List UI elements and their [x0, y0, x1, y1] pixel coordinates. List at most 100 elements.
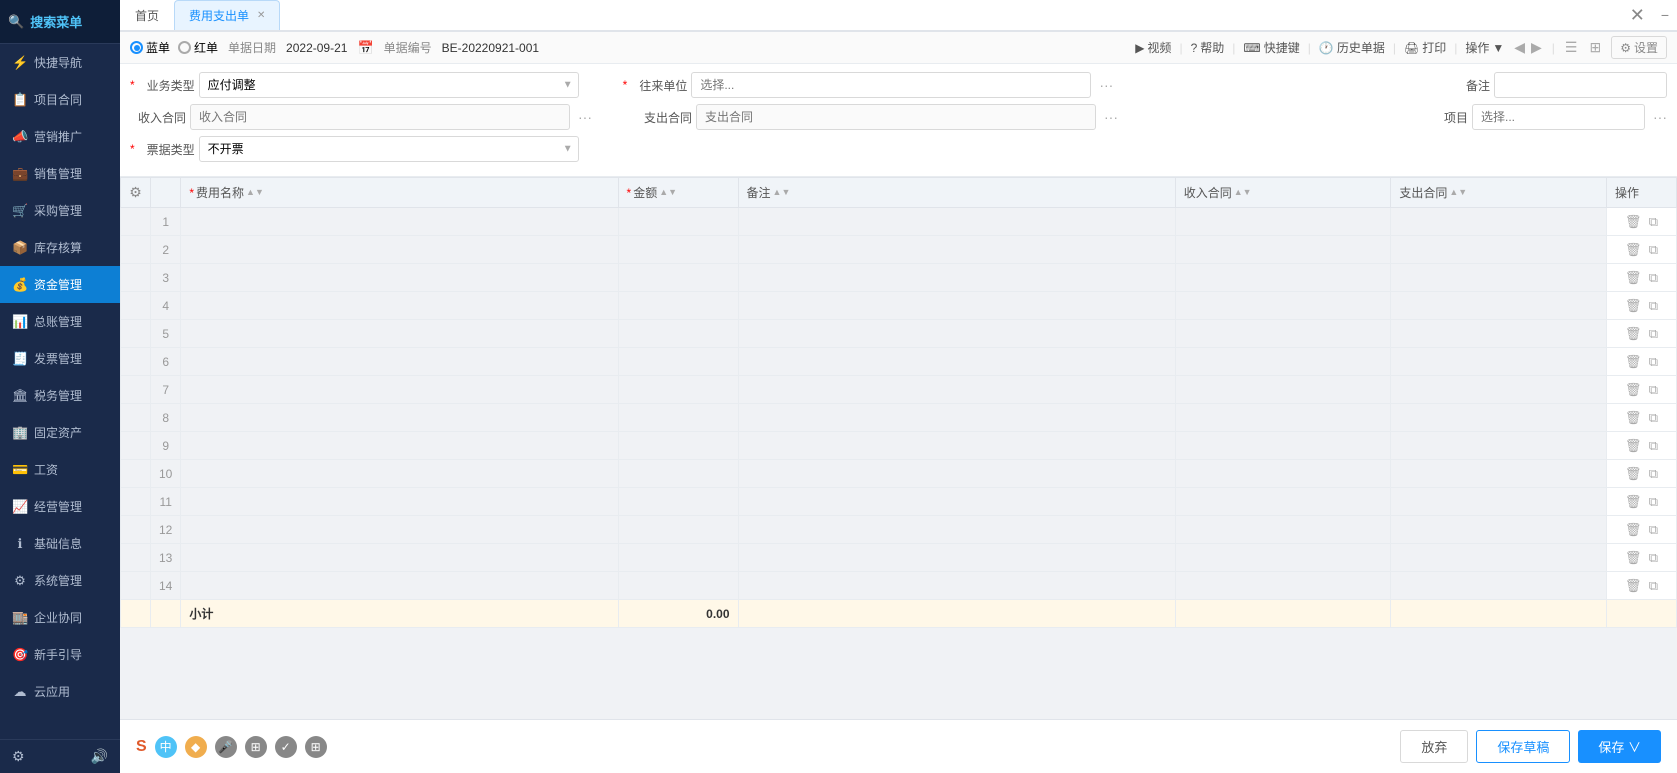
delete-row-icon[interactable]: 🗑 [1625, 326, 1642, 341]
sidebar-item-tax[interactable]: 🏛税务管理 [0, 377, 120, 414]
amount-input[interactable] [627, 495, 730, 509]
row-remark-input[interactable] [747, 495, 1167, 509]
copy-row-icon[interactable]: ⧉ [1649, 326, 1658, 341]
view-grid-btn[interactable]: ⊞ [1587, 39, 1603, 56]
row-expense-contract-cell[interactable] [1391, 544, 1607, 572]
expense-name-input[interactable] [189, 327, 609, 341]
amount-input[interactable] [627, 523, 730, 537]
delete-row-icon[interactable]: 🗑 [1625, 242, 1642, 257]
row-income-contract-cell[interactable] [1175, 432, 1391, 460]
sidebar-item-inventory[interactable]: 📦库存核算 [0, 229, 120, 266]
row-income-contract-cell[interactable] [1175, 264, 1391, 292]
partner-input[interactable] [691, 72, 1091, 98]
copy-row-icon[interactable]: ⧉ [1649, 578, 1658, 593]
project-more-btn[interactable]: ··· [1653, 109, 1667, 125]
row-remark-input[interactable] [747, 551, 1167, 565]
delete-row-icon[interactable]: 🗑 [1625, 438, 1642, 453]
copy-row-icon[interactable]: ⧉ [1649, 410, 1658, 425]
row-remark-input[interactable] [747, 439, 1167, 453]
copy-row-icon[interactable]: ⧉ [1649, 522, 1658, 537]
row-remark-input[interactable] [747, 299, 1167, 313]
row-income-contract-cell[interactable] [1175, 320, 1391, 348]
row-expense-contract-cell[interactable] [1391, 404, 1607, 432]
row-amount-cell[interactable] [618, 572, 738, 600]
expense-name-input[interactable] [189, 495, 609, 509]
row-amount-cell[interactable] [618, 320, 738, 348]
row-amount-cell[interactable] [618, 544, 738, 572]
row-expense-name-cell[interactable] [181, 404, 618, 432]
row-expense-contract-cell[interactable] [1391, 516, 1607, 544]
row-remark-cell[interactable] [738, 488, 1175, 516]
footer-check-icon[interactable]: ✓ [275, 736, 297, 758]
income-contract-input[interactable] [190, 104, 570, 130]
copy-row-icon[interactable]: ⧉ [1649, 550, 1658, 565]
save-button[interactable]: 保存 ∨ [1578, 730, 1661, 763]
sidebar-item-business[interactable]: 📈经营管理 [0, 488, 120, 525]
row-amount-cell[interactable] [618, 376, 738, 404]
row-remark-cell[interactable] [738, 348, 1175, 376]
row-expense-contract-cell[interactable] [1391, 264, 1607, 292]
nav-prev-btn[interactable]: ◀ [1512, 39, 1527, 56]
row-expense-name-cell[interactable] [181, 572, 618, 600]
row-expense-contract-cell[interactable] [1391, 488, 1607, 516]
copy-row-icon[interactable]: ⧉ [1649, 270, 1658, 285]
expense-name-input[interactable] [189, 579, 609, 593]
row-remark-cell[interactable] [738, 572, 1175, 600]
sidebar-item-marketing[interactable]: 📣营销推广 [0, 118, 120, 155]
row-income-contract-cell[interactable] [1175, 348, 1391, 376]
sidebar-item-system[interactable]: ⚙系统管理 [0, 562, 120, 599]
row-income-contract-cell[interactable] [1175, 488, 1391, 516]
project-input[interactable] [1472, 104, 1645, 130]
toolbar-actions-btn[interactable]: 操作 ▼ [1465, 39, 1504, 56]
expense-name-input[interactable] [189, 243, 609, 257]
row-remark-input[interactable] [747, 355, 1167, 369]
row-remark-cell[interactable] [738, 236, 1175, 264]
expense-name-input[interactable] [189, 523, 609, 537]
amount-input[interactable] [627, 439, 730, 453]
delete-row-icon[interactable]: 🗑 [1625, 578, 1642, 593]
settings-button[interactable]: ⚙ 设置 [1611, 36, 1667, 59]
sidebar-item-basic-info[interactable]: ℹ基础信息 [0, 525, 120, 562]
row-amount-cell[interactable] [618, 236, 738, 264]
footer-diamond-icon[interactable]: ◆ [185, 736, 207, 758]
amount-input[interactable] [627, 271, 730, 285]
row-remark-input[interactable] [747, 523, 1167, 537]
row-remark-cell[interactable] [738, 376, 1175, 404]
row-expense-name-cell[interactable] [181, 516, 618, 544]
tab-expense-close[interactable]: ✕ [257, 10, 265, 21]
copy-row-icon[interactable]: ⧉ [1649, 214, 1658, 229]
sort-amount-icon[interactable]: ▲▼ [659, 188, 677, 197]
row-remark-input[interactable] [747, 579, 1167, 593]
toolbar-history-btn[interactable]: 🕐 历史单据 [1319, 39, 1385, 56]
sort-income-icon[interactable]: ▲▼ [1234, 188, 1252, 197]
expense-contract-more-btn[interactable]: ··· [1104, 109, 1118, 125]
row-amount-cell[interactable] [618, 516, 738, 544]
amount-input[interactable] [627, 355, 730, 369]
amount-input[interactable] [627, 327, 730, 341]
delete-row-icon[interactable]: 🗑 [1625, 382, 1642, 397]
window-minimize-btn[interactable]: − [1653, 7, 1677, 23]
footer-zhong-icon[interactable]: 中 [155, 736, 177, 758]
row-expense-contract-cell[interactable] [1391, 208, 1607, 236]
calendar-icon[interactable]: 📅 [357, 40, 373, 56]
row-income-contract-cell[interactable] [1175, 236, 1391, 264]
footer-grid-icon[interactable]: ⊞ [245, 736, 267, 758]
row-remark-cell[interactable] [738, 264, 1175, 292]
row-remark-input[interactable] [747, 243, 1167, 257]
row-remark-cell[interactable] [738, 432, 1175, 460]
row-amount-cell[interactable] [618, 208, 738, 236]
amount-input[interactable] [627, 383, 730, 397]
row-expense-name-cell[interactable] [181, 488, 618, 516]
row-remark-input[interactable] [747, 215, 1167, 229]
row-remark-input[interactable] [747, 383, 1167, 397]
nav-next-btn[interactable]: ▶ [1529, 39, 1544, 56]
sidebar-item-sales[interactable]: 💼销售管理 [0, 155, 120, 192]
row-amount-cell[interactable] [618, 432, 738, 460]
sidebar-item-salary[interactable]: 💳工资 [0, 451, 120, 488]
sidebar-item-quick-nav[interactable]: ⚡快捷导航 [0, 44, 120, 81]
sidebar-header[interactable]: 🔍 搜索菜单 [0, 0, 120, 44]
volume-icon[interactable]: 🔊 [91, 748, 108, 765]
sidebar-item-new-guide[interactable]: 🎯新手引导 [0, 636, 120, 673]
row-remark-cell[interactable] [738, 208, 1175, 236]
row-expense-name-cell[interactable] [181, 376, 618, 404]
